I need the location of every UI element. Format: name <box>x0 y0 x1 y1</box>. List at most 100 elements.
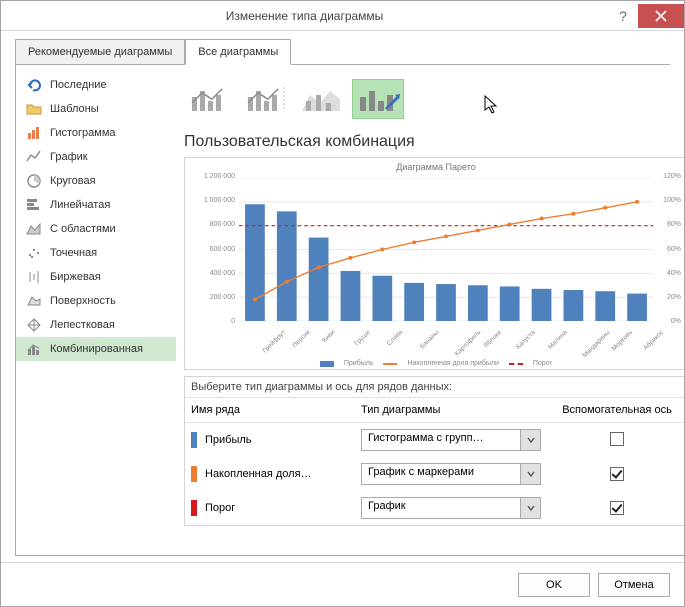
x-axis-tick-label: Грейфрут <box>261 329 287 355</box>
header-series-name: Имя ряда <box>185 398 355 422</box>
ok-button[interactable]: OK <box>518 573 590 597</box>
series-config-row: Накопленная доля… График с маркерами <box>185 457 684 491</box>
combo-chart-icon <box>26 341 42 357</box>
chevron-down-icon[interactable] <box>520 430 540 450</box>
series-config-row: Порог График <box>185 491 684 525</box>
y-axis-tick-label: 600 000 <box>187 246 235 253</box>
x-axis-tick-label: Морковь <box>611 329 634 352</box>
series-name-label: Прибыль <box>205 434 252 446</box>
pie-chart-icon <box>26 173 42 189</box>
y2-axis-tick-label: 60% <box>667 246 681 253</box>
sidebar-item-label: Биржевая <box>50 271 101 283</box>
radar-chart-icon <box>26 317 42 333</box>
sidebar-item-scatter[interactable]: Точечная <box>16 241 176 265</box>
window-title: Изменение типа диаграммы <box>1 9 608 23</box>
variant-clustered-line-secondary[interactable] <box>240 79 292 119</box>
x-axis-tick-label: Груши <box>354 329 372 347</box>
undo-icon <box>26 77 42 93</box>
titlebar: Изменение типа диаграммы ? <box>1 1 684 31</box>
variant-clustered-line[interactable] <box>184 79 236 119</box>
bar-chart-icon <box>26 197 42 213</box>
sidebar-item-column[interactable]: Гистограмма <box>16 121 176 145</box>
config-caption: Выберите тип диаграммы и ось для рядов д… <box>185 377 684 397</box>
tab-recommended[interactable]: Рекомендуемые диаграммы <box>15 39 185 65</box>
series-color-swatch <box>191 466 197 482</box>
sidebar-item-combo[interactable]: Комбинированная <box>16 337 176 361</box>
line-chart-icon <box>26 149 42 165</box>
sidebar-item-label: Лепестковая <box>50 319 115 331</box>
secondary-axis-checkbox[interactable] <box>610 432 624 446</box>
dropdown-value: График с маркерами <box>362 464 520 484</box>
series-config-row: Прибыль Гистограмма с групп… <box>185 423 684 457</box>
dialog-footer: OK Отмена <box>1 562 684 606</box>
header-secondary-axis: Вспомогательная ось <box>547 398 684 422</box>
y-axis-tick-label: 1 000 000 <box>187 197 235 204</box>
sidebar-item-label: С областями <box>50 223 116 235</box>
sidebar-item-label: Круговая <box>50 175 96 187</box>
variant-custom-combo[interactable] <box>352 79 404 119</box>
y2-axis-tick-label: 80% <box>667 221 681 228</box>
x-axis-tick-label: Киви <box>321 329 336 344</box>
area-chart-icon <box>26 221 42 237</box>
cursor-icon <box>484 95 500 120</box>
dropdown-value: Гистограмма с групп… <box>362 430 520 450</box>
x-axis-tick-label: Абрикос <box>642 329 665 352</box>
secondary-axis-checkbox[interactable] <box>610 467 624 481</box>
sidebar-item-pie[interactable]: Круговая <box>16 169 176 193</box>
sidebar-item-label: Точечная <box>50 247 97 259</box>
secondary-axis-checkbox[interactable] <box>610 501 624 515</box>
sidebar-item-label: Гистограмма <box>50 127 116 139</box>
x-axis-tick-label: Мандарины <box>582 329 612 359</box>
surface-chart-icon <box>26 293 42 309</box>
sidebar-item-stock[interactable]: Биржевая <box>16 265 176 289</box>
chart-variant-row <box>184 75 684 123</box>
series-name-label: Порог <box>205 502 235 514</box>
folder-icon <box>26 101 42 117</box>
sidebar-item-surface[interactable]: Поверхность <box>16 289 176 313</box>
y-axis-tick-label: 0 <box>187 318 235 325</box>
sidebar-item-label: Поверхность <box>50 295 116 307</box>
x-axis-tick-label: Капуста <box>515 329 537 351</box>
x-axis-tick-label: Малина <box>546 329 568 351</box>
scatter-chart-icon <box>26 245 42 261</box>
y-axis-tick-label: 400 000 <box>187 270 235 277</box>
sidebar-item-line[interactable]: График <box>16 145 176 169</box>
chart-preview: Диаграмма Парето Прибыль Накопленная дол… <box>184 157 684 370</box>
series-color-swatch <box>191 432 197 448</box>
sidebar-item-label: Линейчатая <box>50 199 110 211</box>
help-button[interactable]: ? <box>608 4 638 28</box>
sidebar-item-label: График <box>50 151 88 163</box>
y2-axis-tick-label: 100% <box>663 197 681 204</box>
chevron-down-icon[interactable] <box>520 498 540 518</box>
sidebar-item-area[interactable]: С областями <box>16 217 176 241</box>
series-name-label: Накопленная доля… <box>205 468 312 480</box>
sidebar-item-label: Комбинированная <box>50 343 143 355</box>
stock-chart-icon <box>26 269 42 285</box>
dialog-change-chart-type: Изменение типа диаграммы ? Рекомендуемые… <box>0 0 685 607</box>
sidebar-item-radar[interactable]: Лепестковая <box>16 313 176 337</box>
x-axis-tick-label: Картофель <box>454 329 483 358</box>
y-axis-tick-label: 1 200 000 <box>187 173 235 180</box>
y2-axis-tick-label: 120% <box>663 173 681 180</box>
chart-type-dropdown[interactable]: Гистограмма с групп… <box>361 429 541 451</box>
sidebar-item-templates[interactable]: Шаблоны <box>16 97 176 121</box>
chart-type-dropdown[interactable]: График с маркерами <box>361 463 541 485</box>
tab-all[interactable]: Все диаграммы <box>185 39 291 65</box>
series-color-swatch <box>191 500 197 516</box>
chart-type-dropdown[interactable]: График <box>361 497 541 519</box>
close-button[interactable] <box>638 4 684 28</box>
sidebar-item-label: Последние <box>50 79 107 91</box>
sidebar-item-recent[interactable]: Последние <box>16 73 176 97</box>
chevron-down-icon[interactable] <box>520 464 540 484</box>
x-axis-tick-label: Персик <box>291 329 311 349</box>
content-pane: Пользовательская комбинация Диаграмма Па… <box>176 65 684 555</box>
cancel-button[interactable]: Отмена <box>598 573 670 597</box>
chart-legend: Прибыль Накопленная доля прибыли Порог <box>185 360 684 367</box>
legend-item: Накопленная доля прибыли <box>407 360 498 367</box>
sidebar-item-bar[interactable]: Линейчатая <box>16 193 176 217</box>
variant-stacked-area-column[interactable] <box>296 79 348 119</box>
header-chart-type: Тип диаграммы <box>355 398 547 422</box>
x-axis-tick-label: Слива <box>386 329 404 347</box>
chart-type-sidebar: Последние Шаблоны Гистограмма График Кру… <box>16 65 176 555</box>
y2-axis-tick-label: 40% <box>667 270 681 277</box>
